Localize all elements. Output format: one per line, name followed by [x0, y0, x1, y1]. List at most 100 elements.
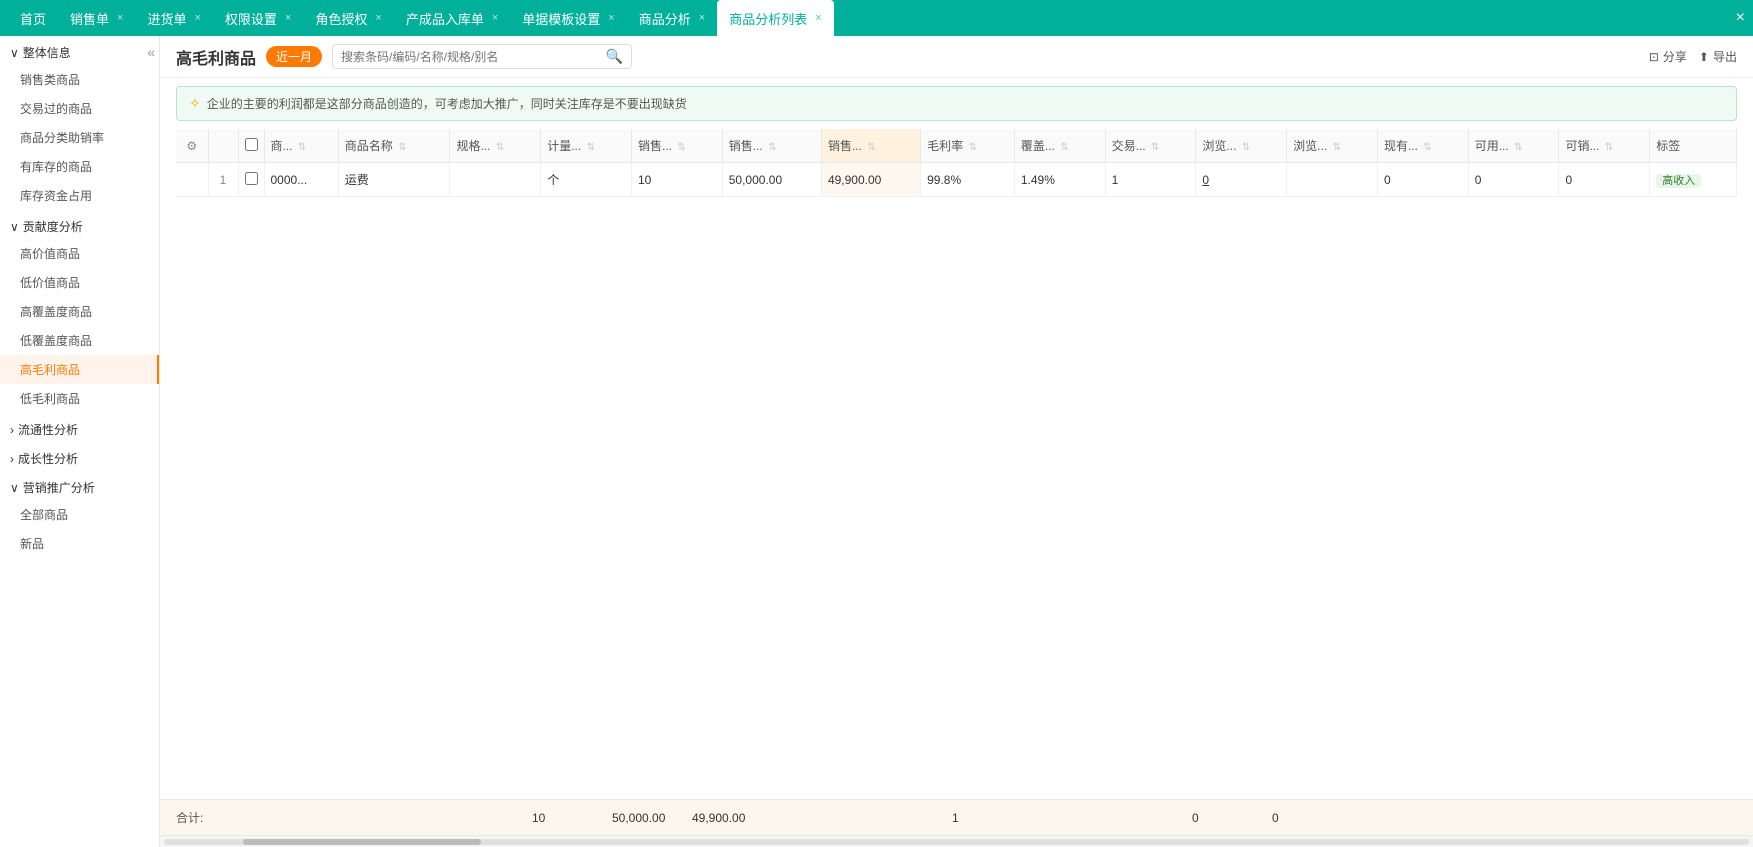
column-gross-rate[interactable]: 毛利率 ⇅	[921, 129, 1015, 163]
column-views2[interactable]: 浏览... ⇅	[1287, 129, 1378, 163]
sort-icon: ⇅	[677, 142, 685, 153]
sidebar-group-liquidity[interactable]: › 流通性分析	[0, 413, 159, 442]
sidebar-item-category-sales-rate[interactable]: 商品分类助销率	[0, 123, 159, 152]
sidebar-group-overall[interactable]: ∨ 整体信息	[0, 36, 159, 65]
row-views2	[1287, 163, 1378, 197]
close-icon[interactable]: ×	[194, 12, 200, 24]
sort-icon: ⇅	[496, 142, 504, 153]
column-code[interactable]: 商... ⇅	[264, 129, 338, 163]
column-checkbox[interactable]	[238, 129, 264, 163]
nav-tab-purchase[interactable]: 进货单 ×	[135, 0, 212, 36]
chevron-right-icon: ›	[10, 423, 14, 437]
row-code: 0000...	[264, 163, 338, 197]
nav-tab-home[interactable]: 首页	[8, 0, 58, 36]
sidebar-item-in-stock-products[interactable]: 有库存的商品	[0, 152, 159, 181]
export-button[interactable]: ⬆ 导出	[1699, 48, 1737, 65]
sidebar-item-sales-products[interactable]: 销售类商品	[0, 65, 159, 94]
sort-icon: ⇅	[398, 142, 406, 153]
sort-icon: ⇅	[587, 142, 595, 153]
row-available-stock: 0	[1468, 163, 1559, 197]
footer-transactions: 1	[946, 811, 1026, 825]
sidebar-item-high-value[interactable]: 高价值商品	[0, 239, 159, 268]
column-current-stock[interactable]: 现有... ⇅	[1377, 129, 1468, 163]
sidebar-group-growth[interactable]: › 成长性分析	[0, 442, 159, 471]
header-actions: ⊡ 分享 ⬆ 导出	[1649, 48, 1737, 65]
column-coverage[interactable]: 覆盖... ⇅	[1014, 129, 1105, 163]
column-available-stock[interactable]: 可用... ⇅	[1468, 129, 1559, 163]
column-transactions[interactable]: 交易... ⇅	[1105, 129, 1196, 163]
nav-tab-permissions[interactable]: 权限设置 ×	[213, 0, 303, 36]
column-sales-amount[interactable]: 销售... ⇅	[722, 129, 821, 163]
sidebar-item-traded-products[interactable]: 交易过的商品	[0, 94, 159, 123]
sort-icon: ⇅	[1423, 142, 1431, 153]
table-container: ⚙ 商... ⇅ 商品名称 ⇅	[160, 129, 1753, 799]
column-name[interactable]: 商品名称 ⇅	[338, 129, 450, 163]
sort-icon: ⇅	[1605, 142, 1613, 153]
page-title: 高毛利商品	[176, 45, 256, 69]
sidebar-item-stock-capital[interactable]: 库存资金占用	[0, 181, 159, 210]
nav-close-all-button[interactable]: ×	[1736, 9, 1745, 27]
footer-sales-qty: 10	[526, 811, 606, 825]
sort-icon: ⇅	[867, 142, 875, 153]
close-icon[interactable]: ×	[815, 12, 821, 24]
filter-recent-month-button[interactable]: 近一月	[266, 46, 322, 67]
chevron-right-icon: ›	[10, 452, 14, 466]
sidebar-group-marketing[interactable]: ∨ 营销推广分析	[0, 471, 159, 500]
column-sales-qty[interactable]: 销售... ⇅	[631, 129, 722, 163]
close-icon[interactable]: ×	[375, 12, 381, 24]
close-icon[interactable]: ×	[608, 12, 614, 24]
sidebar-item-high-margin[interactable]: 高毛利商品	[0, 355, 159, 384]
column-settings-icon[interactable]: ⚙	[176, 129, 208, 163]
sort-icon: ⇅	[968, 142, 976, 153]
sidebar-item-low-coverage[interactable]: 低覆盖度商品	[0, 326, 159, 355]
select-all-checkbox[interactable]	[245, 138, 258, 151]
sort-icon: ⇅	[1060, 142, 1068, 153]
column-sellable-stock[interactable]: 可销... ⇅	[1559, 129, 1650, 163]
nav-tab-product-analysis-list[interactable]: 商品分析列表 ×	[717, 0, 833, 36]
horizontal-scrollbar[interactable]	[160, 835, 1753, 847]
scroll-thumb[interactable]	[243, 839, 481, 845]
row-checkbox[interactable]	[245, 172, 258, 185]
close-icon[interactable]: ×	[285, 12, 291, 24]
row-sales-profit: 49,900.00	[821, 163, 920, 197]
footer-available-stock: 0	[1266, 811, 1346, 825]
close-icon[interactable]: ×	[699, 12, 705, 24]
nav-tab-template[interactable]: 单据模板设置 ×	[510, 0, 626, 36]
sort-icon: ⇅	[1514, 142, 1522, 153]
share-button[interactable]: ⊡ 分享	[1649, 48, 1687, 65]
column-spec[interactable]: 规格... ⇅	[450, 129, 541, 163]
sidebar-collapse-button[interactable]: «	[147, 44, 155, 60]
nav-tab-product-inbound[interactable]: 产成品入库单 ×	[394, 0, 510, 36]
content-area: 高毛利商品 近一月 🔍 ⊡ 分享 ⬆ 导出 ✧ 企业的主要的利润都是这部分商品创…	[160, 36, 1753, 847]
column-unit[interactable]: 计量... ⇅	[541, 129, 632, 163]
close-icon[interactable]: ×	[117, 12, 123, 24]
nav-tab-roles[interactable]: 角色授权 ×	[303, 0, 393, 36]
sidebar-item-high-coverage[interactable]: 高覆盖度商品	[0, 297, 159, 326]
search-input[interactable]	[341, 50, 602, 64]
column-tag[interactable]: 标签	[1650, 129, 1737, 163]
row-sellable-stock: 0	[1559, 163, 1650, 197]
nav-tab-sales[interactable]: 销售单 ×	[58, 0, 135, 36]
row-checkbox-cell[interactable]	[238, 163, 264, 197]
search-icon[interactable]: 🔍	[606, 48, 623, 65]
sidebar-item-low-value[interactable]: 低价值商品	[0, 268, 159, 297]
row-settings	[176, 163, 208, 197]
column-index	[208, 129, 238, 163]
row-views1[interactable]: 0	[1196, 163, 1287, 197]
column-views1[interactable]: 浏览... ⇅	[1196, 129, 1287, 163]
row-coverage: 1.49%	[1014, 163, 1105, 197]
sort-icon: ⇅	[768, 142, 776, 153]
sidebar-item-low-margin[interactable]: 低毛利商品	[0, 384, 159, 413]
nav-tab-product-analysis[interactable]: 商品分析 ×	[627, 0, 717, 36]
row-name: 运费	[338, 163, 450, 197]
sidebar-item-all-products[interactable]: 全部商品	[0, 500, 159, 529]
sidebar-group-contribution[interactable]: ∨ 贡献度分析	[0, 210, 159, 239]
row-tag: 高收入	[1650, 163, 1737, 197]
data-table: ⚙ 商... ⇅ 商品名称 ⇅	[176, 129, 1737, 197]
info-banner: ✧ 企业的主要的利润都是这部分商品创造的，可考虑加大推广，同时关注库存是不要出现…	[176, 86, 1737, 121]
sort-icon: ⇅	[1242, 142, 1250, 153]
main-layout: « ∨ 整体信息 销售类商品 交易过的商品 商品分类助销率 有库存的商品 库存资…	[0, 36, 1753, 847]
sidebar-item-new-products[interactable]: 新品	[0, 529, 159, 558]
column-sales-profit[interactable]: 销售... ⇅	[821, 129, 920, 163]
close-icon[interactable]: ×	[492, 12, 498, 24]
